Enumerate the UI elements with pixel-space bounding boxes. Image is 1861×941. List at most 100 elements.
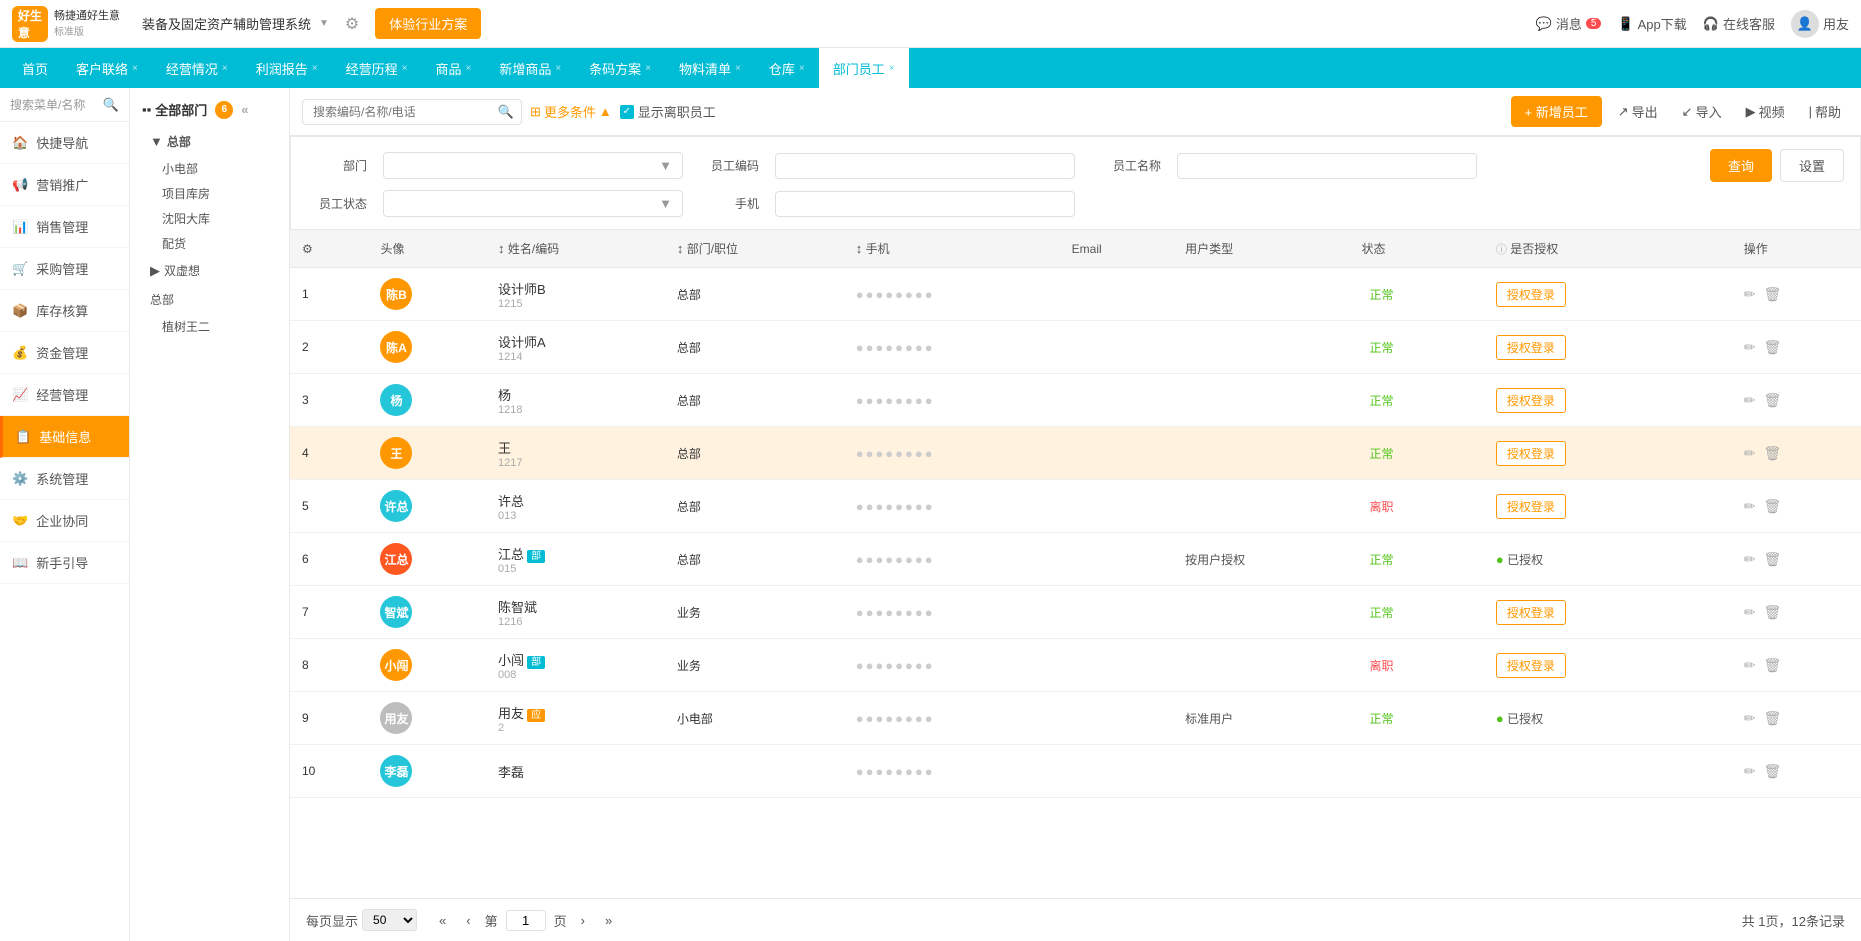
delete-icon[interactable]: 🗑 — [1763, 498, 1781, 515]
search-input[interactable] — [302, 99, 522, 125]
help-btn[interactable]: | 帮助 — [1801, 98, 1849, 125]
export-btn[interactable]: ↗ 导出 — [1610, 98, 1666, 125]
gear-icon[interactable]: ⚙ — [345, 14, 359, 34]
edit-icon[interactable]: ✏ — [1744, 551, 1756, 568]
user-area[interactable]: 👤 用友 — [1791, 10, 1849, 38]
dept-sub-shenyang[interactable]: 沈阳大库 — [130, 206, 289, 231]
dept-all-label[interactable]: 全部部门 — [155, 100, 207, 119]
tab-home[interactable]: 首页 — [8, 48, 62, 88]
auth-login-btn[interactable]: 授权登录 — [1496, 494, 1566, 519]
nav-item-collab[interactable]: 🤝 企业协同 — [0, 500, 129, 542]
message-btn[interactable]: 💬 消息 5 — [1536, 14, 1602, 33]
delete-icon[interactable]: 🗑 — [1763, 392, 1781, 409]
edit-icon[interactable]: ✏ — [1744, 445, 1756, 462]
col-settings[interactable]: ⚙ — [290, 230, 368, 268]
tab-profit[interactable]: 利润报告 × — [242, 48, 332, 88]
phone-value: ●●●●●●●● — [856, 552, 935, 567]
edit-icon[interactable]: ✏ — [1744, 763, 1756, 780]
import-btn[interactable]: ↙ 导入 — [1674, 98, 1730, 125]
set-btn[interactable]: 设置 — [1780, 149, 1844, 182]
edit-icon[interactable]: ✏ — [1744, 286, 1756, 303]
tab-history[interactable]: 经营历程 × — [332, 48, 422, 88]
dept-item-zongbu[interactable]: ▼总部 — [130, 127, 289, 156]
dept-sub-planting[interactable]: 植树王二 — [130, 314, 289, 339]
nav-item-marketing[interactable]: 📢 营销推广 — [0, 164, 129, 206]
delete-icon[interactable]: 🗑 — [1763, 445, 1781, 462]
status-badge: 正常 — [1362, 551, 1402, 569]
dept-sub-project[interactable]: 项目库房 — [130, 181, 289, 206]
first-page-btn[interactable]: « — [433, 911, 452, 930]
auth-login-btn[interactable]: 授权登录 — [1496, 653, 1566, 678]
phone-input[interactable] — [775, 191, 1075, 217]
add-employee-btn[interactable]: + 新增员工 — [1511, 96, 1602, 127]
view-btn[interactable]: ▶ 视频 — [1738, 98, 1793, 125]
col-phone[interactable]: ↕ 手机 — [844, 230, 1060, 268]
delete-icon[interactable]: 🗑 — [1763, 286, 1781, 303]
auth-login-btn[interactable]: 授权登录 — [1496, 600, 1566, 625]
search-menu-icon[interactable]: 🔍 — [103, 97, 119, 113]
delete-icon[interactable]: 🗑 — [1763, 339, 1781, 356]
app-download-btn[interactable]: 📱 App下载 — [1617, 14, 1686, 33]
tab-barcode[interactable]: 条码方案 × — [575, 48, 665, 88]
tab-bom[interactable]: 物料清单 × — [665, 48, 755, 88]
tab-operations[interactable]: 经营情况 × — [152, 48, 242, 88]
page-size-select[interactable]: 50 20 100 — [362, 909, 417, 931]
dept-filter-select[interactable]: ▼ — [383, 152, 683, 179]
auth-login-btn[interactable]: 授权登录 — [1496, 441, 1566, 466]
show-resign-checkbox[interactable]: ✓ — [620, 105, 634, 119]
left-nav: 搜索菜单/名称 🔍 🏠 快捷导航 📢 营销推广 📊 销售管理 🛒 采购管理 📦 … — [0, 88, 130, 941]
dept-sub-peihuo[interactable]: 配货 — [130, 231, 289, 256]
system-dropdown-arrow[interactable]: ▼ — [319, 18, 329, 29]
page-input[interactable] — [506, 910, 546, 931]
nav-item-sales[interactable]: 📊 销售管理 — [0, 206, 129, 248]
col-dept[interactable]: ↕ 部门/职位 — [665, 230, 844, 268]
auth-login-btn[interactable]: 授权登录 — [1496, 282, 1566, 307]
nav-item-basic[interactable]: 📋 基础信息 — [0, 416, 129, 458]
edit-icon[interactable]: ✏ — [1744, 392, 1756, 409]
more-filter-btn[interactable]: ⊞ 更多条件 ▲ — [530, 102, 612, 121]
nav-item-system[interactable]: ⚙️ 系统管理 — [0, 458, 129, 500]
tab-dept-staff[interactable]: 部门员工 × — [819, 48, 909, 88]
nav-item-purchase[interactable]: 🛒 采购管理 — [0, 248, 129, 290]
next-page-btn[interactable]: › — [575, 911, 591, 930]
delete-icon[interactable]: 🗑 — [1763, 763, 1781, 780]
emp-name-input[interactable] — [1177, 153, 1477, 179]
delete-icon[interactable]: 🗑 — [1763, 604, 1781, 621]
nav-item-ops[interactable]: 📈 经营管理 — [0, 374, 129, 416]
dept-collapse-icon[interactable]: « — [241, 102, 248, 117]
emp-code-input[interactable] — [775, 153, 1075, 179]
tab-warehouse[interactable]: 仓库 × — [755, 48, 819, 88]
experience-btn[interactable]: 体验行业方案 — [375, 8, 481, 39]
online-service-btn[interactable]: 🎧 在线客服 — [1703, 14, 1775, 33]
edit-icon[interactable]: ✏ — [1744, 604, 1756, 621]
row-phone: ●●●●●●●● — [844, 480, 1060, 533]
edit-icon[interactable]: ✏ — [1744, 498, 1756, 515]
auth-login-btn[interactable]: 授权登录 — [1496, 388, 1566, 413]
prev-page-btn[interactable]: ‹ — [460, 911, 476, 930]
delete-icon[interactable]: 🗑 — [1763, 551, 1781, 568]
tab-customer[interactable]: 客户联络 × — [62, 48, 152, 88]
nav-item-inventory[interactable]: 📦 库存核算 — [0, 290, 129, 332]
query-btn[interactable]: 查询 — [1710, 149, 1772, 182]
delete-icon[interactable]: 🗑 — [1763, 657, 1781, 674]
emp-status-select[interactable]: ▼ — [383, 190, 683, 217]
auth-login-btn[interactable]: 授权登录 — [1496, 335, 1566, 360]
edit-icon[interactable]: ✏ — [1744, 657, 1756, 674]
show-resign-area[interactable]: ✓ 显示离职员工 — [620, 102, 716, 121]
col-name[interactable]: ↕ 姓名/编码 — [486, 230, 665, 268]
auth-granted-label: ● 已授权 — [1496, 712, 1543, 726]
tab-new-goods[interactable]: 新增商品 × — [485, 48, 575, 88]
last-page-btn[interactable]: » — [599, 911, 618, 930]
nav-item-guide[interactable]: 📖 新手引导 — [0, 542, 129, 584]
delete-icon[interactable]: 🗑 — [1763, 710, 1781, 727]
dept-sub-xiaodibu[interactable]: 小电部 — [130, 156, 289, 181]
dept-item-shuangxu[interactable]: ▶双虚想 — [130, 256, 289, 285]
edit-icon[interactable]: ✏ — [1744, 339, 1756, 356]
export-icon: ↗ — [1618, 104, 1629, 120]
nav-item-finance[interactable]: 💰 资金管理 — [0, 332, 129, 374]
nav-item-quick[interactable]: 🏠 快捷导航 — [0, 122, 129, 164]
dept-item-zongbu2[interactable]: 总部 — [130, 285, 289, 314]
tab-goods[interactable]: 商品 × — [421, 48, 485, 88]
edit-icon[interactable]: ✏ — [1744, 710, 1756, 727]
row-auth: 授权登录 — [1484, 639, 1681, 692]
